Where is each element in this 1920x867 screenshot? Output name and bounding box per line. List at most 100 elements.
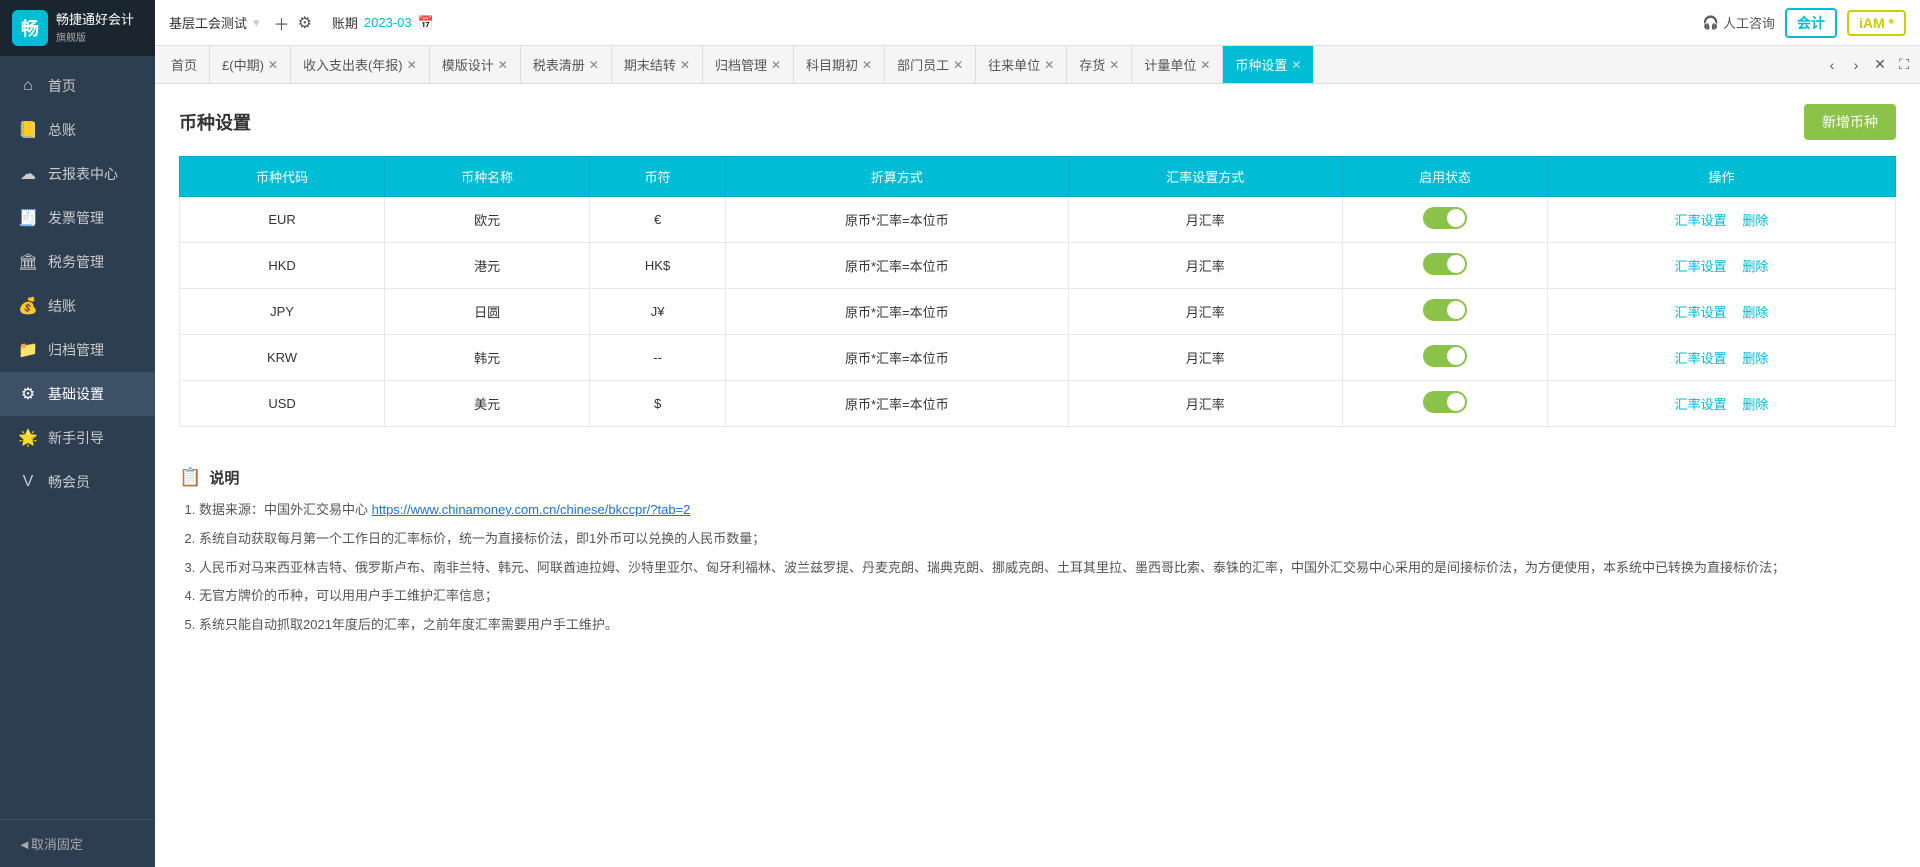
tabbar: 首页 £(中期) ✕ 收入支出表(年报) ✕ 模版设计 ✕ 税表清册 ✕ 期末结… bbox=[155, 46, 1920, 84]
tab-expand[interactable]: ⛶ bbox=[1892, 46, 1916, 84]
sidebar-item-guide[interactable]: 🌟 新手引导 bbox=[0, 416, 155, 460]
tab-subject[interactable]: 科目期初 ✕ bbox=[794, 46, 885, 84]
note-item-4: 无官方牌价的币种，可以用用户手工维护汇率信息； bbox=[199, 586, 1896, 607]
enable-toggle[interactable] bbox=[1423, 253, 1467, 275]
tab-label: 收入支出表(年报) bbox=[303, 55, 403, 74]
cell-name: 韩元 bbox=[385, 335, 590, 381]
archive-icon: 📁 bbox=[18, 340, 38, 360]
iam-badge[interactable]: iAM * bbox=[1847, 10, 1906, 36]
rate-setting-link[interactable]: 汇率设置 bbox=[1675, 213, 1727, 228]
tab-close-icon[interactable]: ✕ bbox=[1200, 58, 1210, 72]
cell-name: 欧元 bbox=[385, 197, 590, 243]
enable-toggle[interactable] bbox=[1423, 391, 1467, 413]
tab-close-icon[interactable]: ✕ bbox=[680, 58, 690, 72]
tab-unit[interactable]: 计量单位 ✕ bbox=[1132, 46, 1223, 84]
tab-home[interactable]: 首页 bbox=[159, 46, 210, 84]
sidebar-item-settings[interactable]: ⚙ 基础设置 bbox=[0, 372, 155, 416]
app-edition: 旗舰版 bbox=[56, 29, 134, 44]
col-status: 启用状态 bbox=[1342, 157, 1547, 197]
tab-income[interactable]: 收入支出表(年报) ✕ bbox=[291, 46, 430, 84]
col-name: 币种名称 bbox=[385, 157, 590, 197]
tab-close-icon[interactable]: ✕ bbox=[268, 58, 278, 72]
calendar-icon[interactable]: 📅 bbox=[418, 15, 434, 31]
cell-action: 汇率设置 删除 bbox=[1548, 243, 1896, 289]
sidebar-item-member[interactable]: V 畅会员 bbox=[0, 460, 155, 504]
sidebar-item-home[interactable]: ⌂ 首页 bbox=[0, 64, 155, 108]
tab-close-icon[interactable]: ✕ bbox=[862, 58, 872, 72]
invoice-icon: 🧾 bbox=[18, 208, 38, 228]
tab-period-end[interactable]: 期末结转 ✕ bbox=[612, 46, 703, 84]
tab-close-icon[interactable]: ✕ bbox=[953, 58, 963, 72]
rate-setting-link[interactable]: 汇率设置 bbox=[1675, 397, 1727, 412]
tab-dept[interactable]: 部门员工 ✕ bbox=[885, 46, 976, 84]
cell-symbol: -- bbox=[590, 335, 726, 381]
tab-nav-prev[interactable]: ‹ bbox=[1820, 46, 1844, 84]
tab-close-all[interactable]: ✕ bbox=[1868, 46, 1892, 84]
company-name[interactable]: 基层工会测试 ▾ bbox=[169, 13, 260, 32]
cell-action: 汇率设置 删除 bbox=[1548, 335, 1896, 381]
enable-toggle[interactable] bbox=[1423, 207, 1467, 229]
rate-setting-link[interactable]: 汇率设置 bbox=[1675, 351, 1727, 366]
gear-icon[interactable]: ⚙ bbox=[298, 13, 312, 33]
new-currency-button[interactable]: 新增币种 bbox=[1804, 104, 1896, 140]
delete-link[interactable]: 删除 bbox=[1742, 305, 1768, 320]
enable-toggle[interactable] bbox=[1423, 345, 1467, 367]
support-button[interactable]: 🎧 人工咨询 bbox=[1703, 13, 1775, 32]
sidebar-item-reports[interactable]: ☁ 云报表中心 bbox=[0, 152, 155, 196]
tab-label: 科目期初 bbox=[806, 55, 858, 74]
rate-setting-link[interactable]: 汇率设置 bbox=[1675, 305, 1727, 320]
tab-stock[interactable]: 存货 ✕ bbox=[1067, 46, 1132, 84]
sidebar-item-label: 云报表中心 bbox=[48, 164, 118, 184]
sidebar-pin-toggle[interactable]: ◄取消固定 bbox=[0, 819, 155, 867]
sidebar-item-tax[interactable]: 🏛 税务管理 bbox=[0, 240, 155, 284]
cell-rate-method: 月汇率 bbox=[1068, 243, 1342, 289]
tab-close-icon[interactable]: ✕ bbox=[1291, 58, 1301, 72]
add-icon[interactable]: ＋ bbox=[274, 11, 290, 35]
delete-link[interactable]: 删除 bbox=[1742, 351, 1768, 366]
tab-close-icon[interactable]: ✕ bbox=[1044, 58, 1054, 72]
cell-calc: 原币*汇率=本位币 bbox=[726, 289, 1069, 335]
tax-icon: 🏛 bbox=[18, 252, 38, 272]
topbar: 基层工会测试 ▾ ＋ ⚙ 账期 2023-03 📅 🎧 人工咨询 会计 iAM … bbox=[155, 0, 1920, 46]
note-link[interactable]: https://www.chinamoney.com.cn/chinese/bk… bbox=[372, 502, 691, 517]
cell-symbol: HK$ bbox=[590, 243, 726, 289]
note-item-3: 人民币对马来西亚林吉特、俄罗斯卢布、南非兰特、韩元、阿联酋迪拉姆、沙特里亚尔、匈… bbox=[199, 558, 1896, 579]
cell-calc: 原币*汇率=本位币 bbox=[726, 335, 1069, 381]
tab-balance[interactable]: £(中期) ✕ bbox=[210, 46, 291, 84]
enable-toggle[interactable] bbox=[1423, 299, 1467, 321]
tab-close-icon[interactable]: ✕ bbox=[1109, 58, 1119, 72]
main-area: 基层工会测试 ▾ ＋ ⚙ 账期 2023-03 📅 🎧 人工咨询 会计 iAM … bbox=[155, 0, 1920, 867]
sidebar-item-label: 首页 bbox=[48, 76, 76, 96]
sidebar-item-ledger[interactable]: 📒 总账 bbox=[0, 108, 155, 152]
tab-partner[interactable]: 往来单位 ✕ bbox=[976, 46, 1067, 84]
table-row: HKD 港元 HK$ 原币*汇率=本位币 月汇率 汇率设置 删除 bbox=[180, 243, 1896, 289]
sidebar-item-checkout[interactable]: 💰 结账 bbox=[0, 284, 155, 328]
table-row: KRW 韩元 -- 原币*汇率=本位币 月汇率 汇率设置 删除 bbox=[180, 335, 1896, 381]
tab-archive[interactable]: 归档管理 ✕ bbox=[703, 46, 794, 84]
tab-nav-next[interactable]: › bbox=[1844, 46, 1868, 84]
tab-taxbook[interactable]: 税表清册 ✕ bbox=[521, 46, 612, 84]
sidebar-item-label: 总账 bbox=[48, 120, 76, 140]
tab-close-icon[interactable]: ✕ bbox=[498, 58, 508, 72]
tab-close-icon[interactable]: ✕ bbox=[771, 58, 781, 72]
sidebar-item-archive[interactable]: 📁 归档管理 bbox=[0, 328, 155, 372]
cell-symbol: $ bbox=[590, 381, 726, 427]
cell-code: JPY bbox=[180, 289, 385, 335]
tab-currency[interactable]: 币种设置 ✕ bbox=[1223, 46, 1314, 84]
period-label: 账期 bbox=[332, 13, 358, 32]
delete-link[interactable]: 删除 bbox=[1742, 259, 1768, 274]
rate-setting-link[interactable]: 汇率设置 bbox=[1675, 259, 1727, 274]
tab-close-icon[interactable]: ✕ bbox=[407, 58, 417, 72]
tab-close-icon[interactable]: ✕ bbox=[589, 58, 599, 72]
topbar-actions: ＋ ⚙ bbox=[274, 11, 312, 35]
sidebar-item-invoice[interactable]: 🧾 发票管理 bbox=[0, 196, 155, 240]
dropdown-arrow[interactable]: ▾ bbox=[253, 15, 260, 31]
delete-link[interactable]: 删除 bbox=[1742, 397, 1768, 412]
delete-link[interactable]: 删除 bbox=[1742, 213, 1768, 228]
cell-rate-method: 月汇率 bbox=[1068, 289, 1342, 335]
accounting-badge[interactable]: 会计 bbox=[1785, 8, 1837, 38]
period-value: 2023-03 bbox=[364, 15, 412, 30]
cell-code: KRW bbox=[180, 335, 385, 381]
cell-name: 港元 bbox=[385, 243, 590, 289]
tab-template[interactable]: 模版设计 ✕ bbox=[430, 46, 521, 84]
